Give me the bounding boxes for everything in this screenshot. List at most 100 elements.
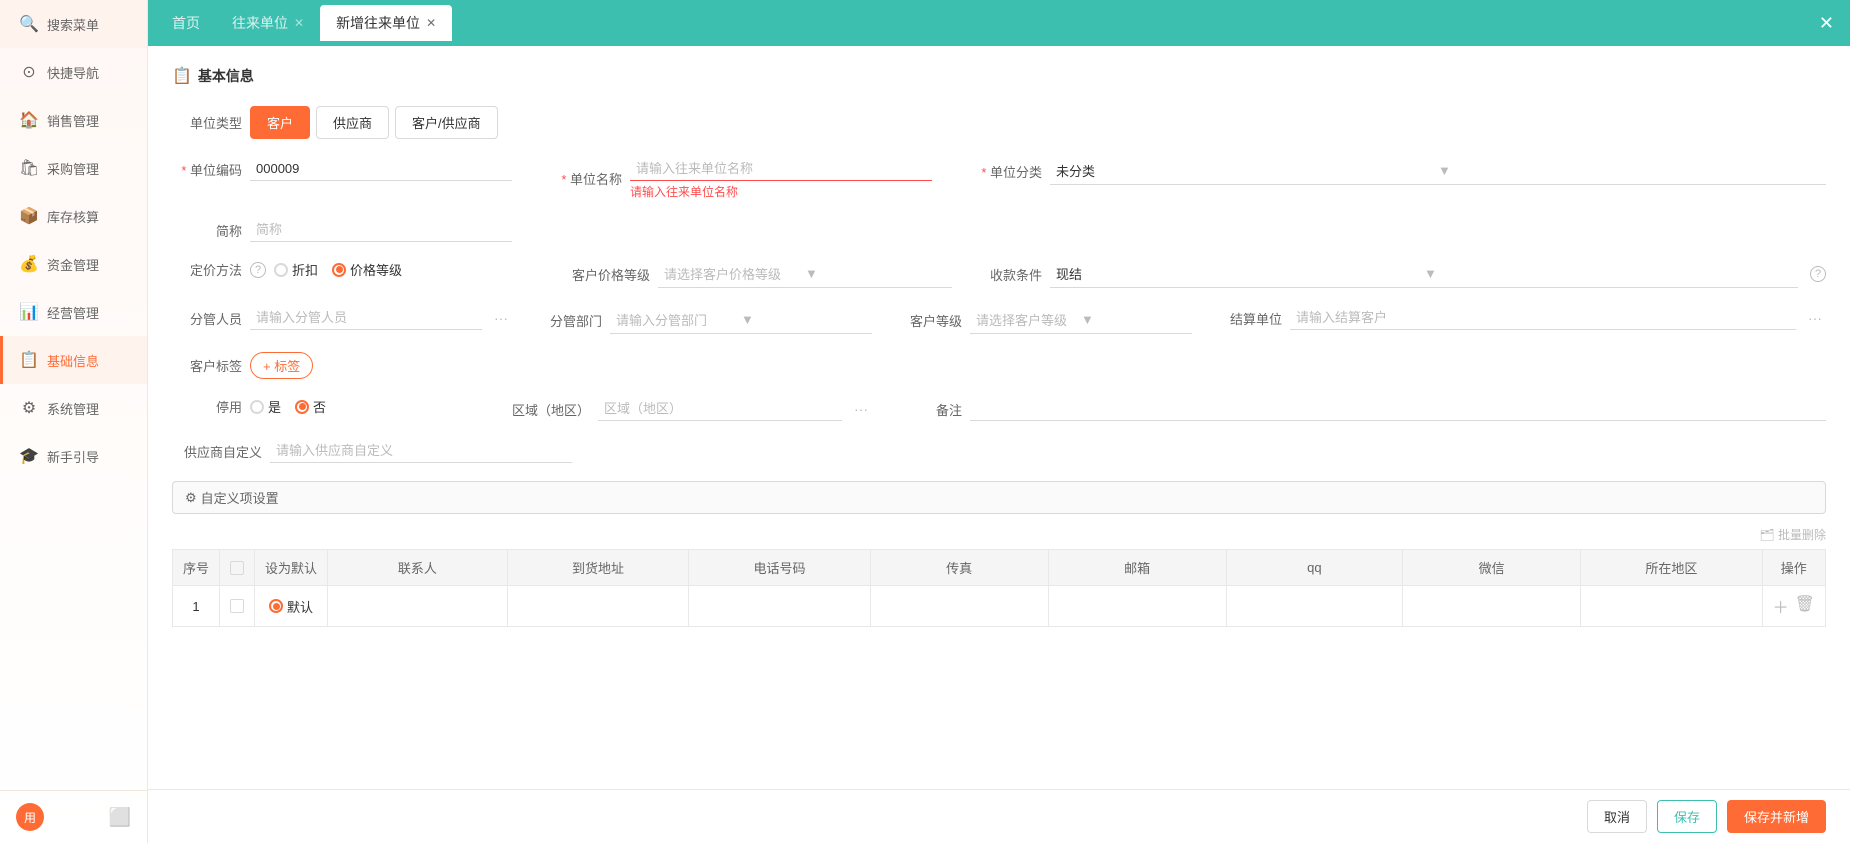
tab-partner-close[interactable]: ✕ [294,16,304,30]
manager-input[interactable] [250,306,482,330]
short-name-row: 简称 [172,218,1826,242]
payment-terms-select[interactable]: 现结 ▼ [1050,260,1798,288]
sidebar-item-label: 库存核算 [47,207,99,226]
sidebar-item-search[interactable]: 🔍 搜索菜单 [0,0,147,48]
row-location-input[interactable] [1591,599,1751,614]
select-all-checkbox[interactable] [230,561,244,575]
row-wechat[interactable] [1403,586,1581,627]
col-phone: 电话号码 [689,550,870,586]
short-name-label: 简称 [172,221,242,240]
sidebar-item-purchase[interactable]: 🛍 采购管理 [0,144,147,192]
add-tag-btn[interactable]: + 标签 [250,352,313,379]
sidebar-item-label: 基础信息 [47,351,99,370]
cancel-button[interactable]: 取消 [1587,800,1647,833]
batch-delete-btn[interactable]: 🗂 批量删除 [172,526,1826,543]
sidebar-bottom-bars[interactable]: ⬜ [109,807,131,828]
department-select[interactable]: 请输入分管部门 ▼ [610,306,872,334]
quicknav-icon: ⊙ [19,62,39,82]
save-add-button[interactable]: 保存并新增 [1727,800,1826,833]
region-input[interactable] [598,397,842,421]
batch-delete-icon: 🗂 [1759,528,1774,542]
sidebar-item-quicknav[interactable]: ⊙ 快捷导航 [0,48,147,96]
btn-supplier[interactable]: 供应商 [316,106,389,139]
pricing-help-icon[interactable]: ? [250,262,266,278]
tab-new-partner-close[interactable]: ✕ [426,16,436,30]
row-default-radio[interactable]: 默认 [265,597,317,616]
col-seq: 序号 [173,550,220,586]
row-add-btn[interactable]: ＋ [1773,594,1789,618]
remark-input[interactable] [970,397,1826,421]
short-name-field: 简称 [172,218,512,242]
sidebar-item-sales[interactable]: 🏠 销售管理 [0,96,147,144]
row-contact-input[interactable] [338,599,497,614]
row-qq-input[interactable] [1237,599,1392,614]
settlement-more-btn[interactable]: ··· [1804,308,1826,328]
row-phone[interactable] [689,586,870,627]
window-close-btn[interactable]: ✕ [1811,9,1842,38]
guide-icon: 🎓 [19,446,39,466]
col-checkbox [220,550,255,586]
manager-label: 分管人员 [172,309,242,328]
department-field: 分管部门 请输入分管部门 ▼ [532,306,872,334]
sidebar-item-inventory[interactable]: 📦 库存核算 [0,192,147,240]
unit-code-name-row: 单位编码 单位名称 请输入往来单位名称 单位分类 未分类 ▼ [172,157,1826,200]
region-more-btn[interactable]: ··· [850,399,872,419]
table-header: 序号 设为默认 联系人 到货地址 电话号码 传真 邮箱 qq 微信 所在地区 操… [173,550,1826,586]
row-address-input[interactable] [518,599,678,614]
row-qq[interactable] [1226,586,1402,627]
unit-category-select[interactable]: 未分类 ▼ [1050,157,1826,185]
customer-price-level-select[interactable]: 请选择客户价格等级 ▼ [658,260,952,288]
sidebar-item-label: 新手引导 [47,447,99,466]
row-fax[interactable] [870,586,1048,627]
unit-code-input[interactable] [250,157,512,181]
tab-new-partner-label: 新增往来单位 [336,13,420,33]
user-avatar[interactable]: 用 [16,803,44,831]
customer-tag-row: 客户标签 + 标签 [172,352,1826,379]
row-phone-input[interactable] [699,599,859,614]
radio-disabled-yes[interactable]: 是 [250,397,281,416]
tab-partner[interactable]: 往来单位 ✕ [216,5,320,41]
payment-terms-arrow: ▼ [1424,266,1792,281]
btn-customer[interactable]: 客户 [250,106,310,139]
sidebar-item-finance[interactable]: 💰 资金管理 [0,240,147,288]
radio-price-level[interactable]: 价格等级 [332,260,402,279]
supplier-custom-input[interactable] [270,439,572,463]
row-email[interactable] [1048,586,1226,627]
tab-home[interactable]: 首页 [156,5,216,41]
unit-name-input[interactable] [630,157,932,181]
row-location[interactable] [1581,586,1762,627]
sidebar-item-operations[interactable]: 📊 经营管理 [0,288,147,336]
sidebar-item-label: 销售管理 [47,111,99,130]
sidebar-item-basic[interactable]: 📋 基础信息 [0,336,147,384]
row-delete-btn[interactable]: 🗑 [1795,594,1815,618]
row-checkbox[interactable] [230,599,244,613]
radio-discount[interactable]: 折扣 [274,260,318,279]
payment-terms-help-icon[interactable]: ? [1810,266,1826,282]
pricing-row: 定价方法 ? 折扣 价格等级 客户价格等级 [172,260,1826,288]
sidebar-item-guide[interactable]: 🎓 新手引导 [0,432,147,480]
row-fax-input[interactable] [881,599,1038,614]
customer-level-select[interactable]: 请选择客户等级 ▼ [970,306,1192,334]
sidebar-item-system[interactable]: ⚙ 系统管理 [0,384,147,432]
col-actions: 操作 [1762,550,1825,586]
settlement-input[interactable] [1290,306,1796,330]
supplier-custom-row: 供应商自定义 [172,439,1826,463]
tab-bar: 首页 往来单位 ✕ 新增往来单位 ✕ ✕ [148,0,1850,46]
radio-disabled-no[interactable]: 否 [295,397,326,416]
btn-both[interactable]: 客户/供应商 [395,106,498,139]
radio-disabled-yes-circle [250,400,264,414]
tab-new-partner[interactable]: 新增往来单位 ✕ [320,5,452,41]
main-area: 首页 往来单位 ✕ 新增往来单位 ✕ ✕ 📋 基本信息 单位类型 客户 供应商 … [148,0,1850,843]
sidebar-item-label: 采购管理 [47,159,99,178]
custom-settings-btn[interactable]: ⚙ 自定义项设置 [172,481,1826,514]
section-title-text: 基本信息 [198,66,254,86]
row-address[interactable] [507,586,688,627]
department-arrow: ▼ [741,312,866,327]
row-contact[interactable] [328,586,508,627]
short-name-input[interactable] [250,218,512,242]
save-button[interactable]: 保存 [1657,800,1717,833]
manager-more-btn[interactable]: ··· [490,308,512,328]
region-label: 区域（地区） [512,400,590,419]
row-wechat-input[interactable] [1413,599,1570,614]
row-email-input[interactable] [1059,599,1216,614]
